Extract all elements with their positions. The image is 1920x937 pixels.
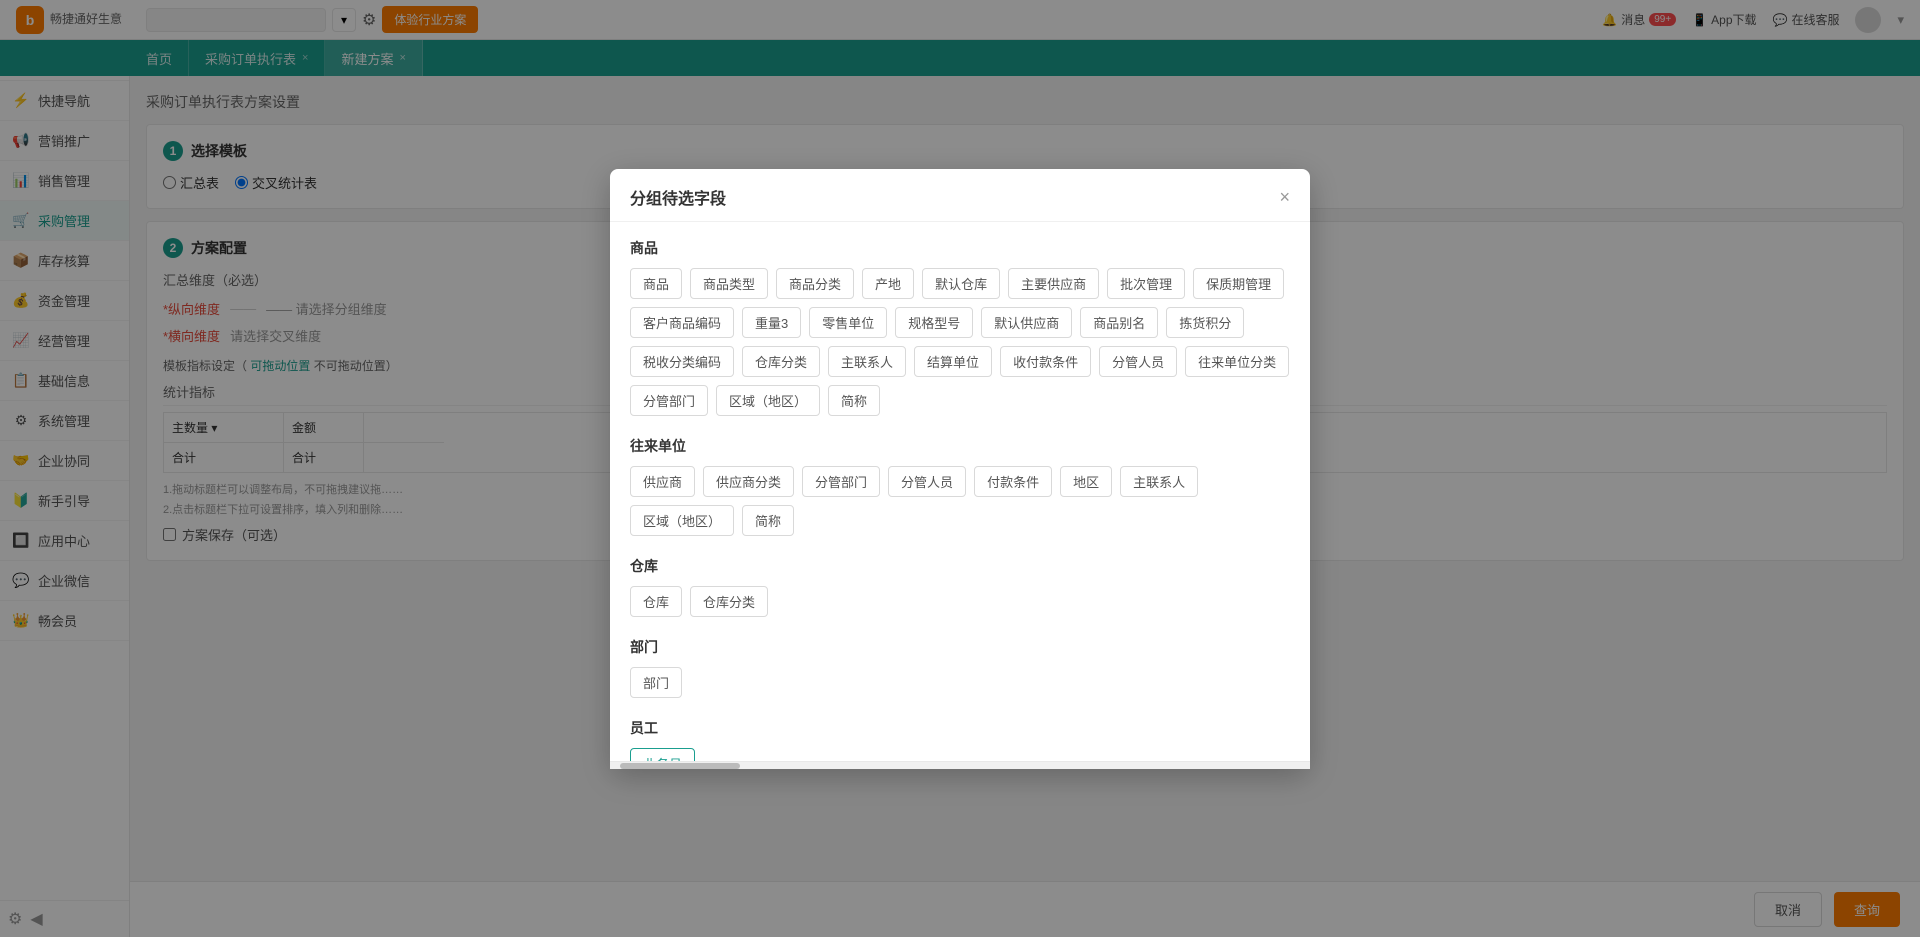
modal-close-btn[interactable]: ×	[1279, 188, 1290, 206]
field-tag[interactable]: 仓库分类	[742, 346, 820, 377]
field-tag[interactable]: 商品别名	[1080, 307, 1158, 338]
modal-horizontal-scrollbar[interactable]	[610, 761, 1310, 769]
field-tag[interactable]: 分管部门	[630, 385, 708, 416]
field-tag[interactable]: 仓库分类	[690, 586, 768, 617]
modal-header: 分组待选字段 ×	[610, 169, 1310, 222]
section-partner: 往来单位 供应商 供应商分类 分管部门 分管人员 付款条件 地区 主联系人 区域…	[630, 436, 1290, 536]
section-product-title: 商品	[630, 238, 1290, 258]
field-select-modal: 分组待选字段 × 商品 商品 商品类型 商品分类 产地 默认仓库 主要供应商 批…	[610, 169, 1310, 769]
field-tag[interactable]: 主联系人	[828, 346, 906, 377]
field-tag[interactable]: 客户商品编码	[630, 307, 734, 338]
modal-scroll-thumb	[620, 763, 740, 769]
field-tag[interactable]: 区域（地区）	[630, 505, 734, 536]
field-tag[interactable]: 简称	[742, 505, 794, 536]
field-tag[interactable]: 重量3	[742, 307, 801, 338]
field-tag[interactable]: 商品类型	[690, 268, 768, 299]
section-warehouse-tags: 仓库 仓库分类	[630, 586, 1290, 617]
field-tag[interactable]: 收付款条件	[1000, 346, 1091, 377]
section-product-tags: 商品 商品类型 商品分类 产地 默认仓库 主要供应商 批次管理 保质期管理 客户…	[630, 268, 1290, 416]
field-tag[interactable]: 主联系人	[1120, 466, 1198, 497]
field-tag[interactable]: 供应商	[630, 466, 695, 497]
field-tag[interactable]: 默认仓库	[922, 268, 1000, 299]
field-tag[interactable]: 地区	[1060, 466, 1112, 497]
field-tag[interactable]: 商品	[630, 268, 682, 299]
section-warehouse-title: 仓库	[630, 556, 1290, 576]
section-partner-title: 往来单位	[630, 436, 1290, 456]
field-tag[interactable]: 结算单位	[914, 346, 992, 377]
field-tag[interactable]: 分管部门	[802, 466, 880, 497]
field-tag[interactable]: 零售单位	[809, 307, 887, 338]
field-tag[interactable]: 业务员	[630, 748, 695, 761]
field-tag[interactable]: 批次管理	[1107, 268, 1185, 299]
field-tag[interactable]: 拣货积分	[1166, 307, 1244, 338]
field-tag[interactable]: 税收分类编码	[630, 346, 734, 377]
field-tag[interactable]: 往来单位分类	[1185, 346, 1289, 377]
section-employee-tags: 业务员	[630, 748, 1290, 761]
field-tag[interactable]: 商品分类	[776, 268, 854, 299]
field-tag[interactable]: 简称	[828, 385, 880, 416]
field-tag[interactable]: 保质期管理	[1193, 268, 1284, 299]
section-partner-tags: 供应商 供应商分类 分管部门 分管人员 付款条件 地区 主联系人 区域（地区） …	[630, 466, 1290, 536]
section-department-title: 部门	[630, 637, 1290, 657]
field-tag[interactable]: 分管人员	[888, 466, 966, 497]
section-department: 部门 部门	[630, 637, 1290, 698]
modal-overlay: 分组待选字段 × 商品 商品 商品类型 商品分类 产地 默认仓库 主要供应商 批…	[0, 0, 1920, 937]
field-tag[interactable]: 仓库	[630, 586, 682, 617]
modal-title: 分组待选字段	[630, 185, 726, 209]
modal-body: 商品 商品 商品类型 商品分类 产地 默认仓库 主要供应商 批次管理 保质期管理…	[610, 222, 1310, 761]
field-tag[interactable]: 区域（地区）	[716, 385, 820, 416]
field-tag[interactable]: 部门	[630, 667, 682, 698]
section-employee: 员工 业务员	[630, 718, 1290, 761]
field-tag[interactable]: 分管人员	[1099, 346, 1177, 377]
section-department-tags: 部门	[630, 667, 1290, 698]
field-tag[interactable]: 付款条件	[974, 466, 1052, 497]
field-tag[interactable]: 产地	[862, 268, 914, 299]
section-employee-title: 员工	[630, 718, 1290, 738]
field-tag[interactable]: 默认供应商	[981, 307, 1072, 338]
field-tag[interactable]: 规格型号	[895, 307, 973, 338]
field-tag[interactable]: 供应商分类	[703, 466, 794, 497]
section-warehouse: 仓库 仓库 仓库分类	[630, 556, 1290, 617]
section-product: 商品 商品 商品类型 商品分类 产地 默认仓库 主要供应商 批次管理 保质期管理…	[630, 238, 1290, 416]
field-tag[interactable]: 主要供应商	[1008, 268, 1099, 299]
